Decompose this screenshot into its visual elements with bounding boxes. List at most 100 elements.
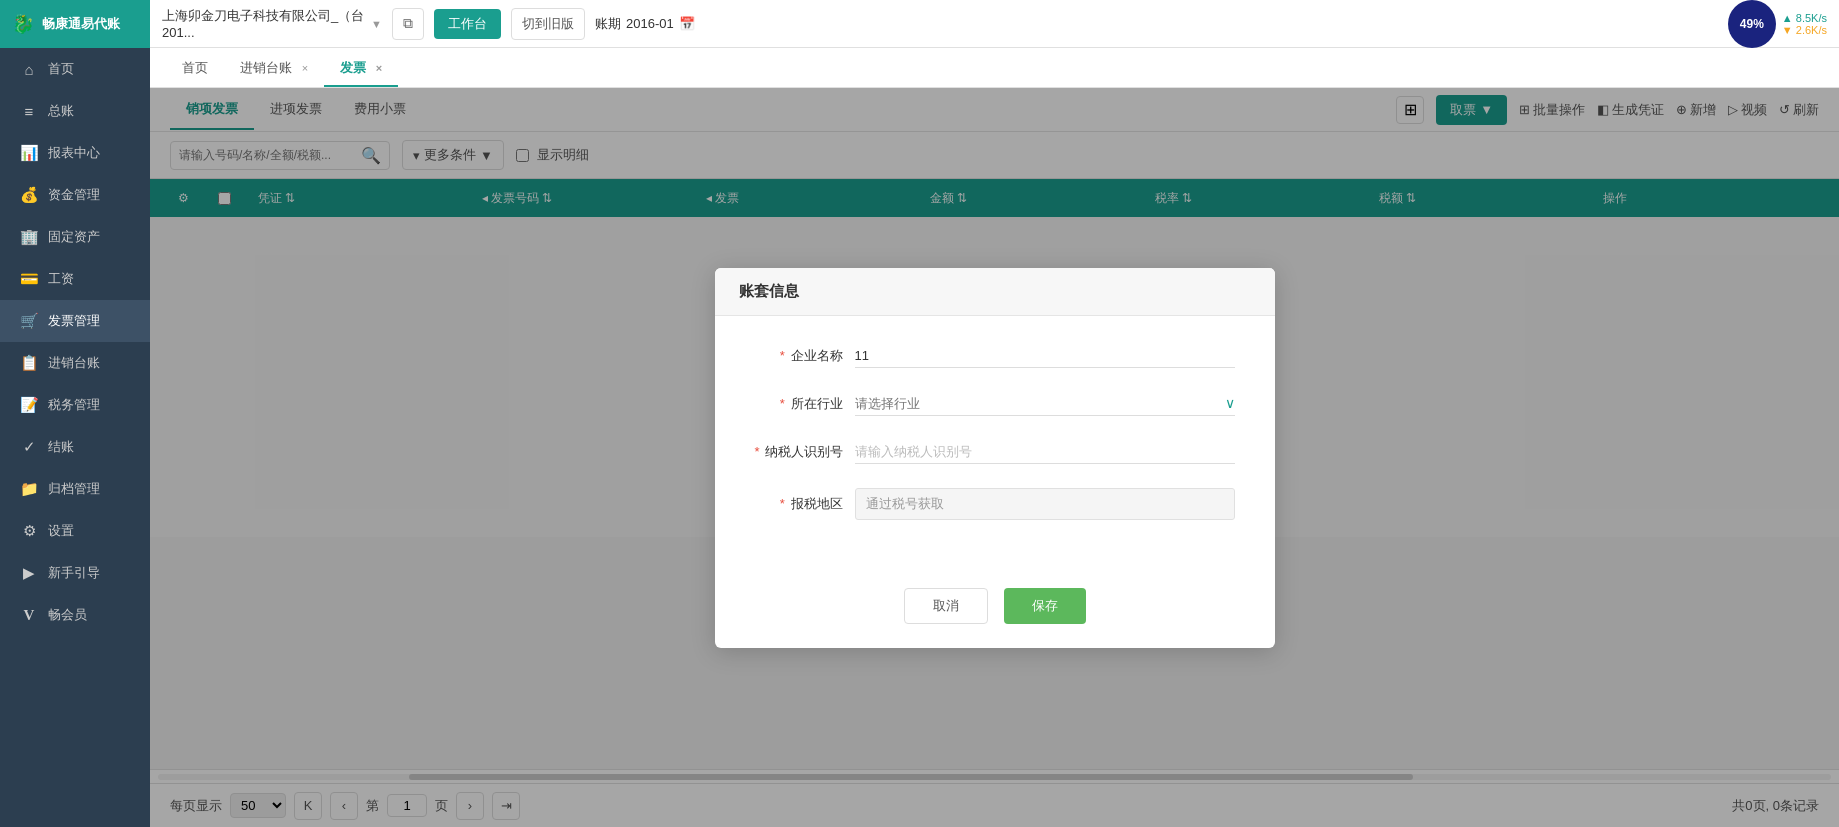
- chevron-down-icon: ▼: [371, 18, 382, 30]
- sidebar-item-invoice[interactable]: 🛒 发票管理: [0, 300, 150, 342]
- industry-select-wrap[interactable]: ∨: [855, 392, 1235, 416]
- tab-home-label: 首页: [182, 60, 208, 75]
- logo-icon: 🐉: [12, 13, 34, 35]
- arrow-up-icon: ▲: [1782, 12, 1793, 24]
- calendar-icon[interactable]: 📅: [679, 16, 695, 31]
- sidebar-item-ledger[interactable]: ≡ 总账: [0, 90, 150, 132]
- tax-id-input[interactable]: [855, 440, 1235, 464]
- sidebar-item-salary[interactable]: 💳 工资: [0, 258, 150, 300]
- period-info: 账期 2016-01 📅: [595, 15, 695, 33]
- sidebar-logo: 🐉 畅康通易代账: [0, 0, 150, 48]
- speed-circle: 49%: [1728, 0, 1776, 48]
- tab-trade-label: 进销台账: [240, 60, 292, 75]
- assets-icon: 🏢: [20, 228, 38, 246]
- dialog-footer: 取消 保存: [715, 572, 1275, 648]
- sidebar-item-settings[interactable]: ⚙ 设置: [0, 510, 150, 552]
- company-name: 上海卯金刀电子科技有限公司_（台201...: [162, 7, 367, 40]
- sidebar: 🐉 畅康通易代账 ⌂ 首页 ≡ 总账 📊 报表中心 💰 资金管理 🏢 固定资产 …: [0, 0, 150, 827]
- speed-info: ▲ 8.5K/s ▼ 2.6K/s: [1782, 12, 1827, 36]
- dialog-body: * 企业名称 * 所在行业 ∨: [715, 316, 1275, 572]
- logo-text: 畅康通易代账: [42, 15, 120, 33]
- old-version-button[interactable]: 切到旧版: [511, 8, 585, 40]
- form-row-tax-id: * 纳税人识别号: [755, 440, 1235, 464]
- sidebar-item-guide[interactable]: ▶ 新手引导: [0, 552, 150, 594]
- company-selector[interactable]: 上海卯金刀电子科技有限公司_（台201... ▼: [162, 7, 382, 40]
- sidebar-item-label: 税务管理: [48, 396, 100, 414]
- form-row-company: * 企业名称: [755, 344, 1235, 368]
- sidebar-item-label: 结账: [48, 438, 74, 456]
- invoice-icon: 🛒: [20, 312, 38, 330]
- industry-select-input[interactable]: [855, 392, 1225, 415]
- account-info-dialog: 账套信息 * 企业名称 * 所在行业: [715, 268, 1275, 648]
- company-name-input[interactable]: [855, 344, 1235, 368]
- required-marker: *: [755, 444, 760, 459]
- sidebar-item-trade[interactable]: 📋 进销台账: [0, 342, 150, 384]
- speed-percent: 49%: [1740, 17, 1764, 31]
- settle-icon: ✓: [20, 438, 38, 456]
- main-area: 上海卯金刀电子科技有限公司_（台201... ▼ ⧉ 工作台 切到旧版 账期 2…: [150, 0, 1839, 827]
- sidebar-item-home[interactable]: ⌂ 首页: [0, 48, 150, 90]
- tax-icon: 📝: [20, 396, 38, 414]
- required-marker: *: [780, 396, 785, 411]
- sidebar-item-member[interactable]: V 畅会员: [0, 594, 150, 636]
- industry-label: * 所在行业: [755, 395, 855, 413]
- sidebar-item-label: 新手引导: [48, 564, 100, 582]
- required-marker: *: [780, 496, 785, 511]
- sidebar-item-label: 工资: [48, 270, 74, 288]
- guide-icon: ▶: [20, 564, 38, 582]
- trade-icon: 📋: [20, 354, 38, 372]
- sidebar-item-label: 畅会员: [48, 606, 87, 624]
- sidebar-item-label: 报表中心: [48, 144, 100, 162]
- tab-invoice-label: 发票: [340, 60, 366, 75]
- tab-home[interactable]: 首页: [166, 51, 224, 87]
- salary-icon: 💳: [20, 270, 38, 288]
- required-marker: *: [780, 348, 785, 363]
- tabs-bar: 首页 进销台账 × 发票 ×: [150, 48, 1839, 88]
- sidebar-item-tax[interactable]: 📝 税务管理: [0, 384, 150, 426]
- company-name-label: * 企业名称: [755, 347, 855, 365]
- content-area: 销项发票 进项发票 费用小票 ⊞ 取票 ▼ ⊞ 批量操作 ◧: [150, 88, 1839, 827]
- ledger-icon: ≡: [20, 103, 38, 120]
- copy-icon[interactable]: ⧉: [392, 8, 424, 40]
- tax-id-label: * 纳税人识别号: [755, 443, 855, 461]
- form-row-industry: * 所在行业 ∨: [755, 392, 1235, 416]
- sidebar-item-label: 总账: [48, 102, 74, 120]
- capital-icon: 💰: [20, 186, 38, 204]
- home-icon: ⌂: [20, 61, 38, 78]
- speed-up: ▲ 8.5K/s: [1782, 12, 1827, 24]
- sidebar-item-label: 首页: [48, 60, 74, 78]
- save-button[interactable]: 保存: [1004, 588, 1086, 624]
- tax-region-readonly: 通过税号获取: [855, 488, 1235, 520]
- sidebar-item-capital[interactable]: 💰 资金管理: [0, 174, 150, 216]
- tab-invoice[interactable]: 发票 ×: [324, 51, 398, 87]
- tab-invoice-close[interactable]: ×: [376, 62, 382, 74]
- sidebar-item-settle[interactable]: ✓ 结账: [0, 426, 150, 468]
- form-row-tax-region: * 报税地区 通过税号获取: [755, 488, 1235, 520]
- sidebar-item-archive[interactable]: 📁 归档管理: [0, 468, 150, 510]
- sidebar-item-label: 发票管理: [48, 312, 100, 330]
- sidebar-item-assets[interactable]: 🏢 固定资产: [0, 216, 150, 258]
- member-icon: V: [20, 607, 38, 624]
- sidebar-item-report[interactable]: 📊 报表中心: [0, 132, 150, 174]
- settings-icon: ⚙: [20, 522, 38, 540]
- workbench-button[interactable]: 工作台: [434, 9, 501, 39]
- tab-trade-close[interactable]: ×: [302, 62, 308, 74]
- period-value: 2016-01: [626, 16, 674, 31]
- arrow-down-icon: ▼: [1782, 24, 1793, 36]
- sidebar-item-label: 进销台账: [48, 354, 100, 372]
- chevron-down-icon[interactable]: ∨: [1225, 395, 1235, 411]
- tax-region-label: * 报税地区: [755, 495, 855, 513]
- report-icon: 📊: [20, 144, 38, 162]
- tab-trade[interactable]: 进销台账 ×: [224, 51, 324, 87]
- dialog-title: 账套信息: [715, 268, 1275, 316]
- period-label: 账期: [595, 15, 621, 33]
- cancel-button[interactable]: 取消: [904, 588, 988, 624]
- sidebar-item-label: 资金管理: [48, 186, 100, 204]
- sidebar-item-label: 归档管理: [48, 480, 100, 498]
- modal-overlay: 账套信息 * 企业名称 * 所在行业: [150, 88, 1839, 827]
- topbar-right: 49% ▲ 8.5K/s ▼ 2.6K/s: [1728, 0, 1827, 48]
- archive-icon: 📁: [20, 480, 38, 498]
- speed-down: ▼ 2.6K/s: [1782, 24, 1827, 36]
- sidebar-item-label: 固定资产: [48, 228, 100, 246]
- sidebar-item-label: 设置: [48, 522, 74, 540]
